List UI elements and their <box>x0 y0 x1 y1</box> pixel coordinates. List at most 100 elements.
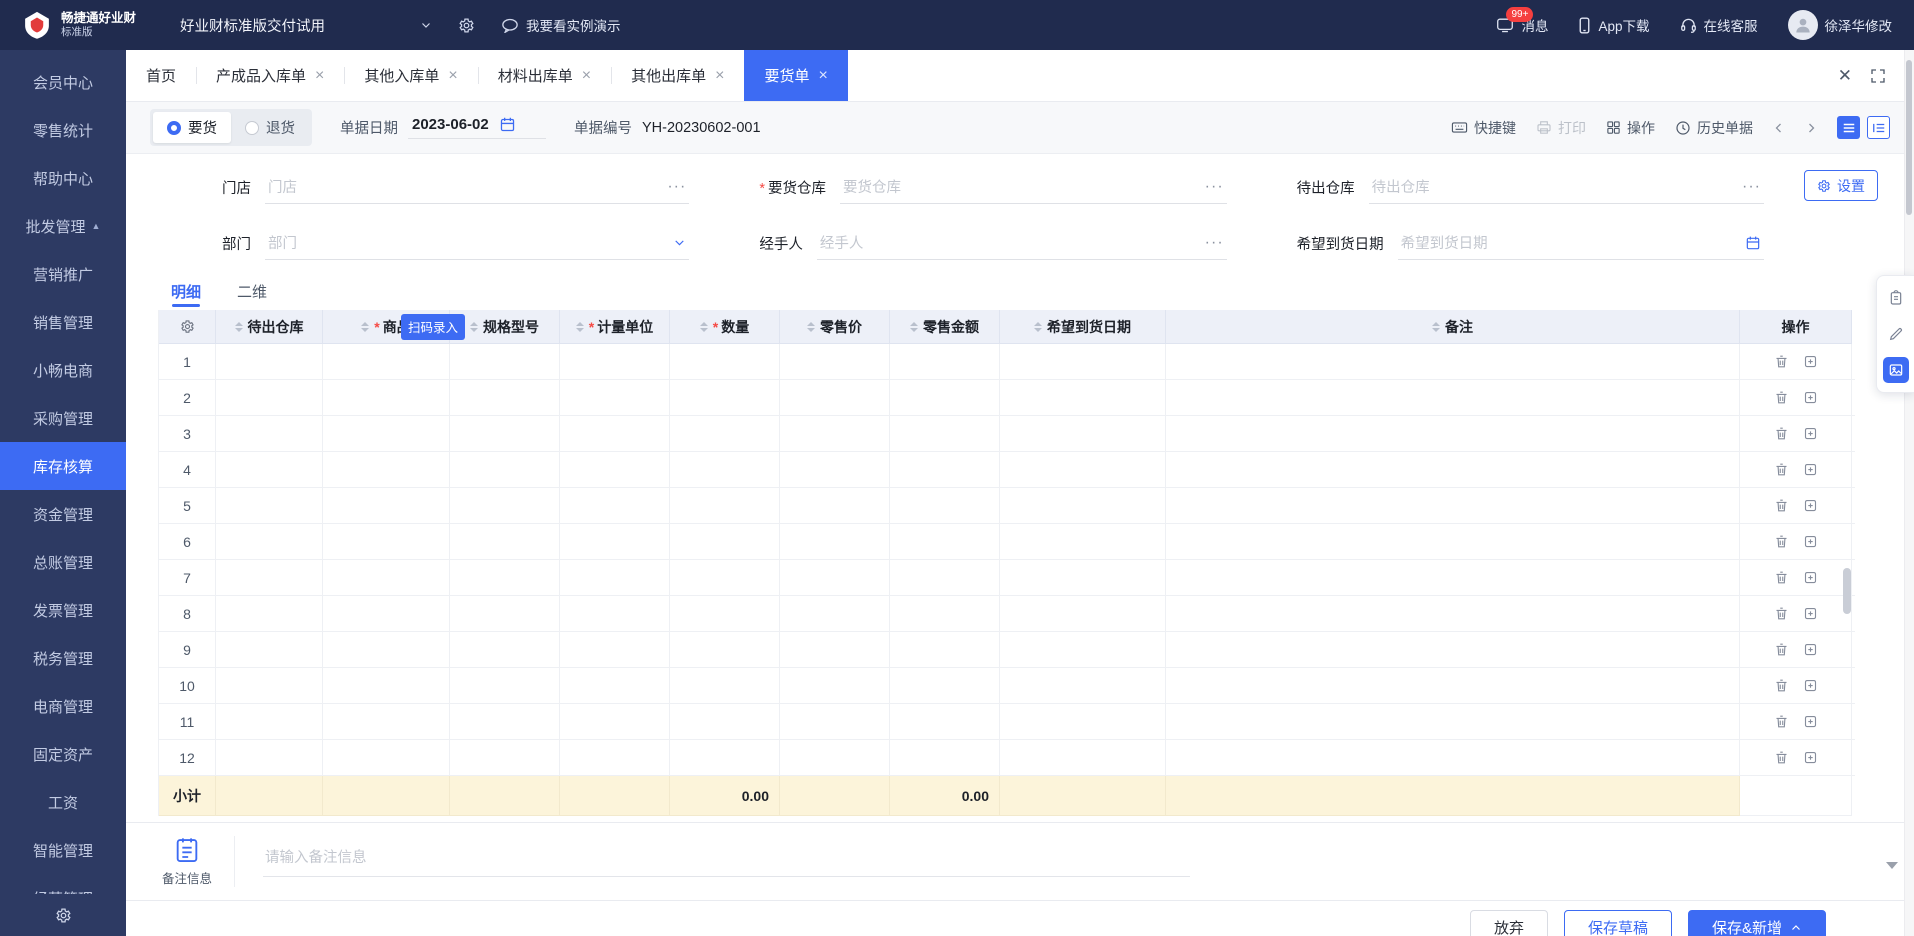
grid-cell[interactable] <box>1166 560 1740 595</box>
grid-cell[interactable] <box>1166 488 1740 523</box>
document-tab[interactable]: 材料出库单 × <box>477 50 611 101</box>
insert-row-icon[interactable] <box>1803 462 1818 477</box>
grid-cell[interactable] <box>450 560 560 595</box>
grid-cell[interactable] <box>560 380 670 415</box>
insert-row-icon[interactable] <box>1803 714 1818 729</box>
document-tab[interactable]: 产成品入库单 × <box>196 50 344 101</box>
row-number-cell[interactable]: 7 <box>159 560 216 595</box>
grid-cell[interactable] <box>780 704 890 739</box>
grid-cell[interactable] <box>1000 632 1166 667</box>
column-header[interactable]: 计量单位 <box>560 310 670 344</box>
insert-row-icon[interactable] <box>1803 498 1818 513</box>
product-selector[interactable]: 好业财标准版交付试用 <box>180 15 432 36</box>
row-number-cell[interactable]: 9 <box>159 632 216 667</box>
grid-cell[interactable] <box>560 524 670 559</box>
row-number-cell[interactable]: 1 <box>159 344 216 379</box>
grid-cell[interactable] <box>216 416 323 451</box>
grid-cell[interactable] <box>1166 596 1740 631</box>
insert-row-icon[interactable] <box>1803 642 1818 657</box>
detail-view-toggle[interactable] <box>1867 116 1890 139</box>
grid-cell[interactable] <box>670 704 780 739</box>
delete-row-icon[interactable] <box>1774 354 1789 369</box>
grid-cell[interactable] <box>670 524 780 559</box>
scan-entry-badge[interactable]: 扫码录入 <box>400 313 465 340</box>
grid-cell[interactable] <box>780 524 890 559</box>
delete-row-icon[interactable] <box>1774 714 1789 729</box>
grid-cell[interactable] <box>780 596 890 631</box>
column-header[interactable]: 商品扫码录入 <box>323 310 465 344</box>
store-input[interactable]: 门店 ··· <box>265 176 690 204</box>
sidebar-settings-button[interactable] <box>0 894 126 936</box>
grid-cell[interactable] <box>1000 704 1166 739</box>
delete-row-icon[interactable] <box>1774 498 1789 513</box>
scrollbar-thumb[interactable] <box>1906 60 1912 215</box>
row-number-cell[interactable]: 3 <box>159 416 216 451</box>
grid-cell[interactable] <box>323 416 450 451</box>
grid-cell[interactable] <box>216 740 323 775</box>
grid-cell[interactable] <box>450 344 560 379</box>
grid-cell[interactable] <box>1000 416 1166 451</box>
app-download-button[interactable]: App下载 <box>1578 15 1650 35</box>
grid-cell[interactable] <box>890 668 1000 703</box>
grid-cell[interactable] <box>323 632 450 667</box>
department-select[interactable]: 部门 <box>265 232 690 260</box>
grid-cell[interactable] <box>216 560 323 595</box>
grid-cell[interactable] <box>1166 668 1740 703</box>
grid-cell[interactable] <box>560 632 670 667</box>
grid-cell[interactable] <box>323 704 450 739</box>
grid-cell[interactable] <box>1166 344 1740 379</box>
sidebar-item[interactable]: 工资 <box>0 778 126 826</box>
grid-cell[interactable] <box>1000 524 1166 559</box>
grid-cell[interactable] <box>1000 488 1166 523</box>
grid-cell[interactable] <box>216 524 323 559</box>
grid-cell[interactable] <box>450 380 560 415</box>
insert-row-icon[interactable] <box>1803 750 1818 765</box>
tab-close-icon[interactable]: × <box>818 67 827 84</box>
document-tab[interactable]: 要货单 × <box>744 50 848 101</box>
grid-cell[interactable] <box>1000 380 1166 415</box>
sidebar-item[interactable]: 帮助中心 <box>0 154 126 202</box>
grid-cell[interactable] <box>1000 560 1166 595</box>
grid-cell[interactable] <box>780 380 890 415</box>
column-header[interactable]: 规格型号 <box>450 310 560 344</box>
prev-document-icon[interactable] <box>1773 122 1785 134</box>
grid-cell[interactable] <box>890 596 1000 631</box>
grid-cell[interactable] <box>323 488 450 523</box>
grid-cell[interactable] <box>560 344 670 379</box>
delete-row-icon[interactable] <box>1774 606 1789 621</box>
grid-cell[interactable] <box>670 344 780 379</box>
delete-row-icon[interactable] <box>1774 390 1789 405</box>
grid-cell[interactable] <box>216 452 323 487</box>
grid-cell[interactable] <box>560 560 670 595</box>
next-document-icon[interactable] <box>1805 122 1817 134</box>
topbar-settings-gear-icon[interactable] <box>458 17 475 34</box>
list-view-toggle[interactable] <box>1837 116 1860 139</box>
tab-close-icon[interactable]: × <box>448 67 457 84</box>
grid-cell[interactable] <box>890 560 1000 595</box>
column-config-button[interactable] <box>159 310 216 344</box>
tab-2d[interactable]: 二维 <box>237 272 267 310</box>
sidebar-item[interactable]: 营销推广 <box>0 250 126 298</box>
outbound-warehouse-input[interactable]: 待出仓库 ··· <box>1368 176 1764 204</box>
radio-request-goods[interactable]: 要货 <box>153 112 231 143</box>
table-scrollbar[interactable] <box>1843 568 1851 614</box>
grid-cell[interactable] <box>216 380 323 415</box>
grid-cell[interactable] <box>560 596 670 631</box>
grid-cell[interactable] <box>670 740 780 775</box>
sidebar-item[interactable]: 固定资产 <box>0 730 126 778</box>
document-tab[interactable]: 其他入库单 × <box>344 50 477 101</box>
column-header[interactable]: 希望到货日期 <box>1000 310 1166 344</box>
delete-row-icon[interactable] <box>1774 750 1789 765</box>
ellipsis-picker-icon[interactable]: ··· <box>667 179 686 194</box>
row-number-cell[interactable]: 11 <box>159 704 216 739</box>
grid-cell[interactable] <box>323 560 450 595</box>
sidebar-item[interactable]: 税务管理 <box>0 634 126 682</box>
delete-row-icon[interactable] <box>1774 642 1789 657</box>
grid-cell[interactable] <box>560 740 670 775</box>
grid-cell[interactable] <box>1166 416 1740 451</box>
history-documents-button[interactable]: 历史单据 <box>1675 118 1753 138</box>
column-header[interactable]: 操作 <box>1740 310 1852 344</box>
grid-cell[interactable] <box>560 668 670 703</box>
shortcut-keys-button[interactable]: 快捷键 <box>1451 118 1516 138</box>
row-number-cell[interactable]: 5 <box>159 488 216 523</box>
